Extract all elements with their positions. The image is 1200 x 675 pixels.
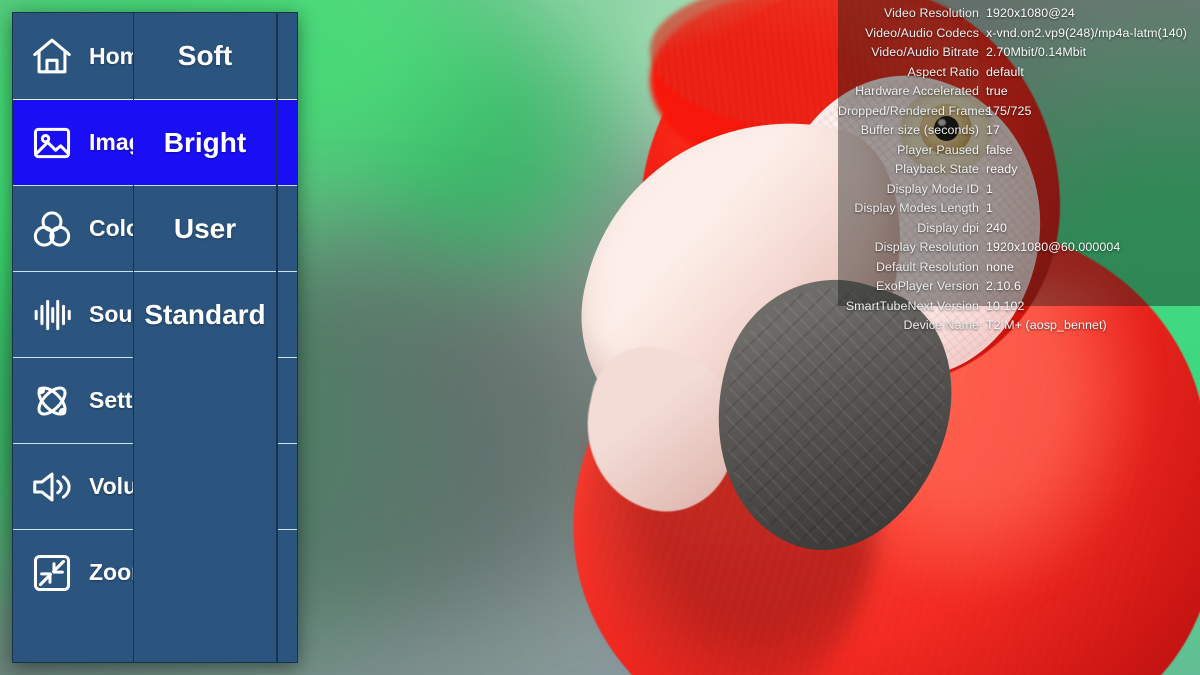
debug-row-key: Default Resolution (875, 259, 979, 274)
settings-third-column-row (278, 443, 297, 529)
debug-row-key: Display dpi (917, 220, 979, 235)
settings-category-settings[interactable]: Settings (13, 357, 133, 443)
settings-category-label: Image (89, 129, 133, 155)
settings-category-label: Color (89, 215, 133, 241)
debug-row-value: default (986, 64, 1024, 79)
speaker-icon (29, 464, 75, 510)
screen: Video Resolution 1920x1080@24 Video/Audio … (0, 0, 1200, 675)
settings-third-column-row (278, 529, 297, 615)
debug-row-key: Player Paused (897, 142, 979, 157)
debug-row-key: Device Name (903, 318, 979, 332)
settings-option-standard[interactable]: Standard (134, 271, 276, 357)
debug-row: Video Resolution 1920x1080@24 (838, 6, 1200, 26)
debug-row: Device Name T2 M+ (aosp_bennet) (838, 318, 1200, 338)
debug-row: Display dpi 240 (838, 221, 1200, 241)
settings-category-list[interactable]: Home Image Color Sound Settings Volume Zoom (12, 12, 134, 663)
settings-option-soft[interactable]: Soft (134, 13, 276, 99)
settings-category-zoom[interactable]: Zoom (13, 529, 133, 615)
settings-category-label: Volume (89, 473, 133, 499)
debug-row-value: 175/725 (986, 103, 1032, 118)
debug-row-key: Video Resolution (883, 6, 979, 20)
debug-row-key: Video/Audio Bitrate (871, 45, 979, 59)
debug-row: Video/Audio Codecs x-vnd.on2.vp9(248)/mp4… (838, 26, 1200, 46)
debug-info-overlay: Video Resolution 1920x1080@24 Video/Audio … (838, 0, 1200, 332)
debug-row-value: 1920x1080@24 (986, 6, 1075, 20)
settings-option-label: User (173, 212, 237, 244)
settings-category-sound[interactable]: Sound (13, 271, 133, 357)
debug-row: Player Paused false (838, 143, 1200, 163)
debug-row: Hardware Accelerated true (838, 84, 1200, 104)
settings-third-column-row (278, 13, 297, 99)
debug-row-value: 2.70Mbit/0.14Mbit (986, 45, 1087, 59)
debug-row-value: 1 (986, 201, 993, 215)
settings-category-label: Sound (89, 301, 133, 327)
settings-third-column-row (278, 185, 297, 271)
settings-option-bright[interactable]: Bright (134, 99, 276, 185)
debug-row-key: Playback State (894, 162, 979, 176)
settings-category-label: Settings (89, 387, 133, 413)
settings-category-home[interactable]: Home (13, 13, 133, 99)
debug-row-value: true (986, 84, 1008, 98)
settings-third-column-row (278, 357, 297, 443)
debug-row: Video/Audio Bitrate 2.70Mbit/0.14Mbit (838, 45, 1200, 65)
debug-row: Buffer size (seconds) 17 (838, 123, 1200, 143)
debug-row-key: Display Mode ID (886, 181, 979, 196)
debug-row-value: 240 (986, 220, 1007, 235)
settings-option-label: Standard (144, 298, 266, 330)
debug-row-value: 1920x1080@60.000004 (986, 240, 1121, 254)
debug-row-value: 1 (986, 181, 993, 196)
debug-row: Display Modes Length 1 (838, 201, 1200, 221)
settings-third-column (277, 12, 298, 663)
settings-option-list[interactable]: Soft Bright User Standard (133, 12, 277, 663)
debug-row-key: Buffer size (seconds) (860, 123, 979, 137)
debug-row-key: SmartTubeNext Version (845, 298, 979, 313)
settings-third-column-row (278, 271, 297, 357)
debug-row: Aspect Ratio default (838, 65, 1200, 85)
color-circles-icon (29, 206, 75, 252)
settings-category-image[interactable]: Image (13, 99, 133, 185)
debug-row-value: false (986, 142, 1013, 157)
debug-row-value: 2.10.6 (986, 279, 1022, 293)
debug-row-value: ready (986, 162, 1018, 176)
debug-row: SmartTubeNext Version 10.102 (838, 299, 1200, 319)
debug-row-key: Video/Audio Codecs (865, 25, 979, 40)
debug-row-value: x-vnd.on2.vp9(248)/mp4a-latm(140) (986, 25, 1187, 40)
debug-row-key: Hardware Accelerated (855, 84, 979, 98)
debug-row: Dropped/Rendered Frames 175/725 (838, 104, 1200, 124)
shrink-icon (29, 550, 75, 596)
debug-row-key: Aspect Ratio (907, 64, 979, 79)
debug-row-key: ExoPlayer Version (876, 279, 979, 293)
settings-category-label: Home (89, 42, 133, 69)
debug-row: Playback State ready (838, 162, 1200, 182)
settings-option-label: Bright (163, 126, 247, 158)
debug-row-value: 10.102 (986, 298, 1025, 313)
equalizer-icon (29, 292, 75, 338)
debug-row: Display Mode ID 1 (838, 182, 1200, 202)
settings-category-volume[interactable]: Volume (13, 443, 133, 529)
settings-third-column-row (278, 99, 297, 185)
debug-row-value: none (986, 259, 1014, 274)
settings-option-label: Soft (177, 40, 233, 71)
settings-category-label: Zoom (89, 559, 133, 585)
debug-row-key: Dropped/Rendered Frames (838, 103, 992, 118)
settings-option-list-empty-area (134, 357, 276, 662)
debug-row: ExoPlayer Version 2.10.6 (838, 279, 1200, 299)
debug-row: Display Resolution 1920x1080@60.000004 (838, 240, 1200, 260)
image-icon (29, 120, 75, 166)
home-icon (29, 33, 75, 79)
settings-category-color[interactable]: Color (13, 185, 133, 271)
debug-row-key: Display Modes Length (854, 201, 979, 215)
atom-icon (29, 378, 75, 424)
debug-row-key: Display Resolution (874, 240, 979, 254)
settings-option-user[interactable]: User (134, 185, 276, 271)
debug-row-value: 17 (986, 123, 1000, 137)
debug-row-value: T2 M+ (aosp_bennet) (986, 318, 1107, 332)
debug-row: Default Resolution none (838, 260, 1200, 280)
